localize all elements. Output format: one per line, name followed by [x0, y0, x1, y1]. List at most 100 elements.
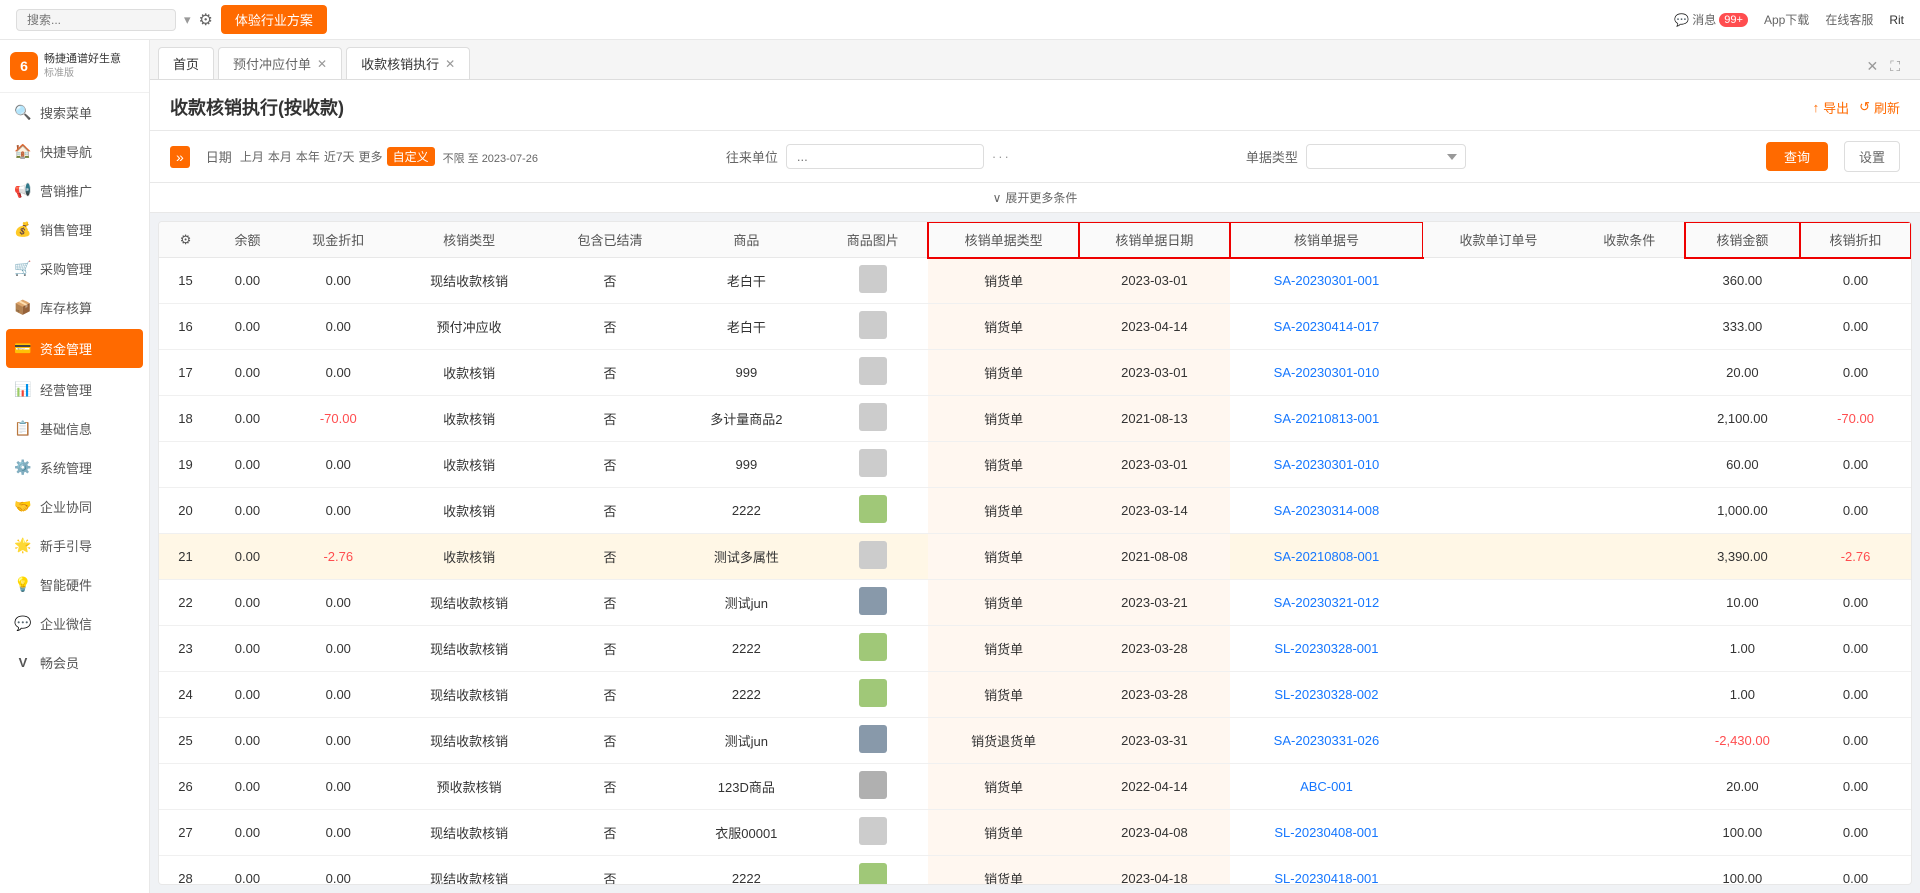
date-link-last-month[interactable]: 上月: [240, 148, 264, 165]
sidebar-item-guide[interactable]: 🌟 新手引导: [0, 526, 149, 565]
top-bar: ▾ ⚙ 体验行业方案 💬 消息 99+ App下载 在线客服 Rit: [0, 0, 1920, 40]
doc-no-link[interactable]: SA-20230414-017: [1274, 319, 1380, 334]
date-link-this-year[interactable]: 本年: [296, 148, 320, 165]
date-link-this-month[interactable]: 本月: [268, 148, 292, 165]
logo-icon: 6: [10, 52, 38, 80]
query-btn[interactable]: 查询: [1766, 142, 1828, 171]
goods-img: [859, 357, 887, 385]
table-row: 260.000.00预收款核销否123D商品销货单2022-04-14ABC-0…: [159, 764, 1911, 810]
tab-prepaid-label: 预付冲应付单: [233, 54, 311, 73]
date-range: 不限 至 2023-07-26: [443, 150, 538, 166]
filter-row-doctype: 单据类型: [1246, 144, 1750, 169]
sidebar-item-enterprise[interactable]: 🤝 企业协同: [0, 487, 149, 526]
sidebar-item-member[interactable]: V 畅会员: [0, 643, 149, 682]
doc-no-link[interactable]: SA-20230331-026: [1274, 733, 1380, 748]
export-icon: ↑: [1813, 100, 1820, 115]
partner-dots: ···: [992, 149, 1011, 164]
setting-btn[interactable]: 设置: [1844, 141, 1900, 172]
doc-no-link[interactable]: SA-20230314-008: [1274, 503, 1380, 518]
table-row: 270.000.00现结收款核销否衣服00001销货单2023-04-08SL-…: [159, 810, 1911, 856]
table-row: 220.000.00现结收款核销否测试jun销货单2023-03-21SA-20…: [159, 580, 1911, 626]
tab-prepaid[interactable]: 预付冲应付单 ✕: [218, 47, 342, 79]
tab-collection-close[interactable]: ✕: [445, 57, 455, 71]
basic-icon: 📋: [14, 420, 32, 438]
window-close-icon[interactable]: ✕: [1862, 54, 1882, 79]
chevron-down-icon: ∨: [993, 191, 1002, 205]
logo-text: 畅捷通谱好生意 标准版: [44, 52, 121, 79]
tab-collection-label: 收款核销执行: [361, 54, 439, 73]
table-row: 200.000.00收款核销否2222销货单2023-03-14SA-20230…: [159, 488, 1911, 534]
sidebar-item-system[interactable]: ⚙️ 系统管理: [0, 448, 149, 487]
sidebar-menu: 🔍 搜索菜单 🏠 快捷导航 📢 营销推广 💰 销售管理 🛒 采购管理 📦: [0, 93, 149, 893]
doc-no-link[interactable]: SA-20210808-001: [1274, 549, 1380, 564]
goods-img: [859, 771, 887, 799]
doc-no-link[interactable]: SL-20230328-002: [1274, 687, 1378, 702]
sidebar-item-inventory[interactable]: 📦 库存核算: [0, 288, 149, 327]
window-maximize-icon[interactable]: ⛶: [1886, 54, 1904, 79]
tab-home[interactable]: 首页: [158, 47, 214, 79]
date-custom-btn[interactable]: 自定义: [387, 147, 435, 166]
sidebar-item-purchase[interactable]: 🛒 采购管理: [0, 249, 149, 288]
goods-img: [859, 817, 887, 845]
message-area[interactable]: 💬 消息 99+: [1674, 11, 1748, 28]
table-row: 240.000.00现结收款核销否2222销货单2023-03-28SL-202…: [159, 672, 1911, 718]
top-bar-right: 💬 消息 99+ App下载 在线客服 Rit: [1674, 11, 1904, 28]
doc-no-link[interactable]: SL-20230328-001: [1274, 641, 1378, 656]
sidebar-item-wechat[interactable]: 💬 企业微信: [0, 604, 149, 643]
tab-prepaid-close[interactable]: ✕: [317, 57, 327, 71]
wechat-icon: 💬: [14, 615, 32, 633]
table-row: 160.000.00预付冲应收否老白干销货单2023-04-14SA-20230…: [159, 304, 1911, 350]
marketing-icon: 📢: [14, 182, 32, 200]
main-layout: 6 畅捷通谱好生意 标准版 🔍 搜索菜单 🏠 快捷导航 📢 营销推广 💰 销售管…: [0, 40, 1920, 893]
filter-expand-arrow[interactable]: »: [170, 146, 190, 168]
col-header-verify-type: 核销类型: [394, 222, 545, 258]
search-input[interactable]: [16, 9, 176, 31]
doc-no-link[interactable]: SA-20230321-012: [1274, 595, 1380, 610]
header-row: ⚙ 余额 现金折扣 核销类型 包含已结清 商品 商品图片 核销单据类型 核销单据…: [159, 222, 1911, 258]
doc-no-link[interactable]: SA-20210813-001: [1274, 411, 1380, 426]
partner-input[interactable]: [786, 144, 984, 169]
export-label: 导出: [1823, 98, 1849, 117]
expand-conditions-btn[interactable]: ∨ 展开更多条件: [993, 189, 1078, 206]
member-icon: V: [14, 654, 32, 672]
system-icon: ⚙️: [14, 459, 32, 477]
sidebar-label-search: 搜索菜单: [40, 103, 92, 122]
tab-home-label: 首页: [173, 54, 199, 73]
date-link-more[interactable]: 更多: [359, 148, 383, 165]
enterprise-icon: 🤝: [14, 498, 32, 516]
refresh-btn[interactable]: ↺ 刷新: [1859, 98, 1900, 117]
sidebar-item-marketing[interactable]: 📢 营销推广: [0, 171, 149, 210]
industry-btn[interactable]: 体验行业方案: [221, 5, 327, 34]
page-header: 收款核销执行(按收款) ↑ 导出 ↺ 刷新: [150, 80, 1920, 131]
sidebar-item-shortcut[interactable]: 🏠 快捷导航: [0, 132, 149, 171]
goods-img: [859, 633, 887, 661]
settings-icon[interactable]: ⚙: [199, 10, 213, 30]
date-link-7days[interactable]: 近7天: [324, 148, 355, 165]
sidebar-item-finance[interactable]: 💳 资金管理: [6, 329, 143, 368]
sidebar-label-operation: 经营管理: [40, 380, 92, 399]
doc-no-link[interactable]: SA-20230301-010: [1274, 457, 1380, 472]
doc-no-link[interactable]: ABC-001: [1300, 779, 1353, 794]
chevron-down-icon: ▾: [184, 12, 191, 28]
guide-icon: 🌟: [14, 537, 32, 555]
filter-row-date: 日期 上月 本月 本年 近7天 更多 自定义 不限 至 2023-07-26: [206, 147, 710, 166]
col-header-verify-amount: 核销金额: [1685, 222, 1800, 258]
purchase-icon: 🛒: [14, 260, 32, 278]
doc-no-link[interactable]: SA-20230301-010: [1274, 365, 1380, 380]
tab-collection[interactable]: 收款核销执行 ✕: [346, 47, 470, 79]
sidebar-item-hardware[interactable]: 💡 智能硬件: [0, 565, 149, 604]
app-download[interactable]: App下载: [1764, 11, 1809, 28]
sidebar-item-sales[interactable]: 💰 销售管理: [0, 210, 149, 249]
doc-no-link[interactable]: SA-20230301-001: [1274, 273, 1380, 288]
sidebar-item-search[interactable]: 🔍 搜索菜单: [0, 93, 149, 132]
doc-type-select[interactable]: [1306, 144, 1466, 169]
col-header-cash-discount: 现金折扣: [283, 222, 394, 258]
sidebar-item-basic[interactable]: 📋 基础信息: [0, 409, 149, 448]
export-btn[interactable]: ↑ 导出: [1813, 98, 1850, 117]
online-service[interactable]: 在线客服: [1825, 11, 1873, 28]
sidebar-item-operation[interactable]: 📊 经营管理: [0, 370, 149, 409]
operation-icon: 📊: [14, 381, 32, 399]
sidebar-label-guide: 新手引导: [40, 536, 92, 555]
doc-no-link[interactable]: SL-20230418-001: [1274, 871, 1378, 885]
doc-no-link[interactable]: SL-20230408-001: [1274, 825, 1378, 840]
